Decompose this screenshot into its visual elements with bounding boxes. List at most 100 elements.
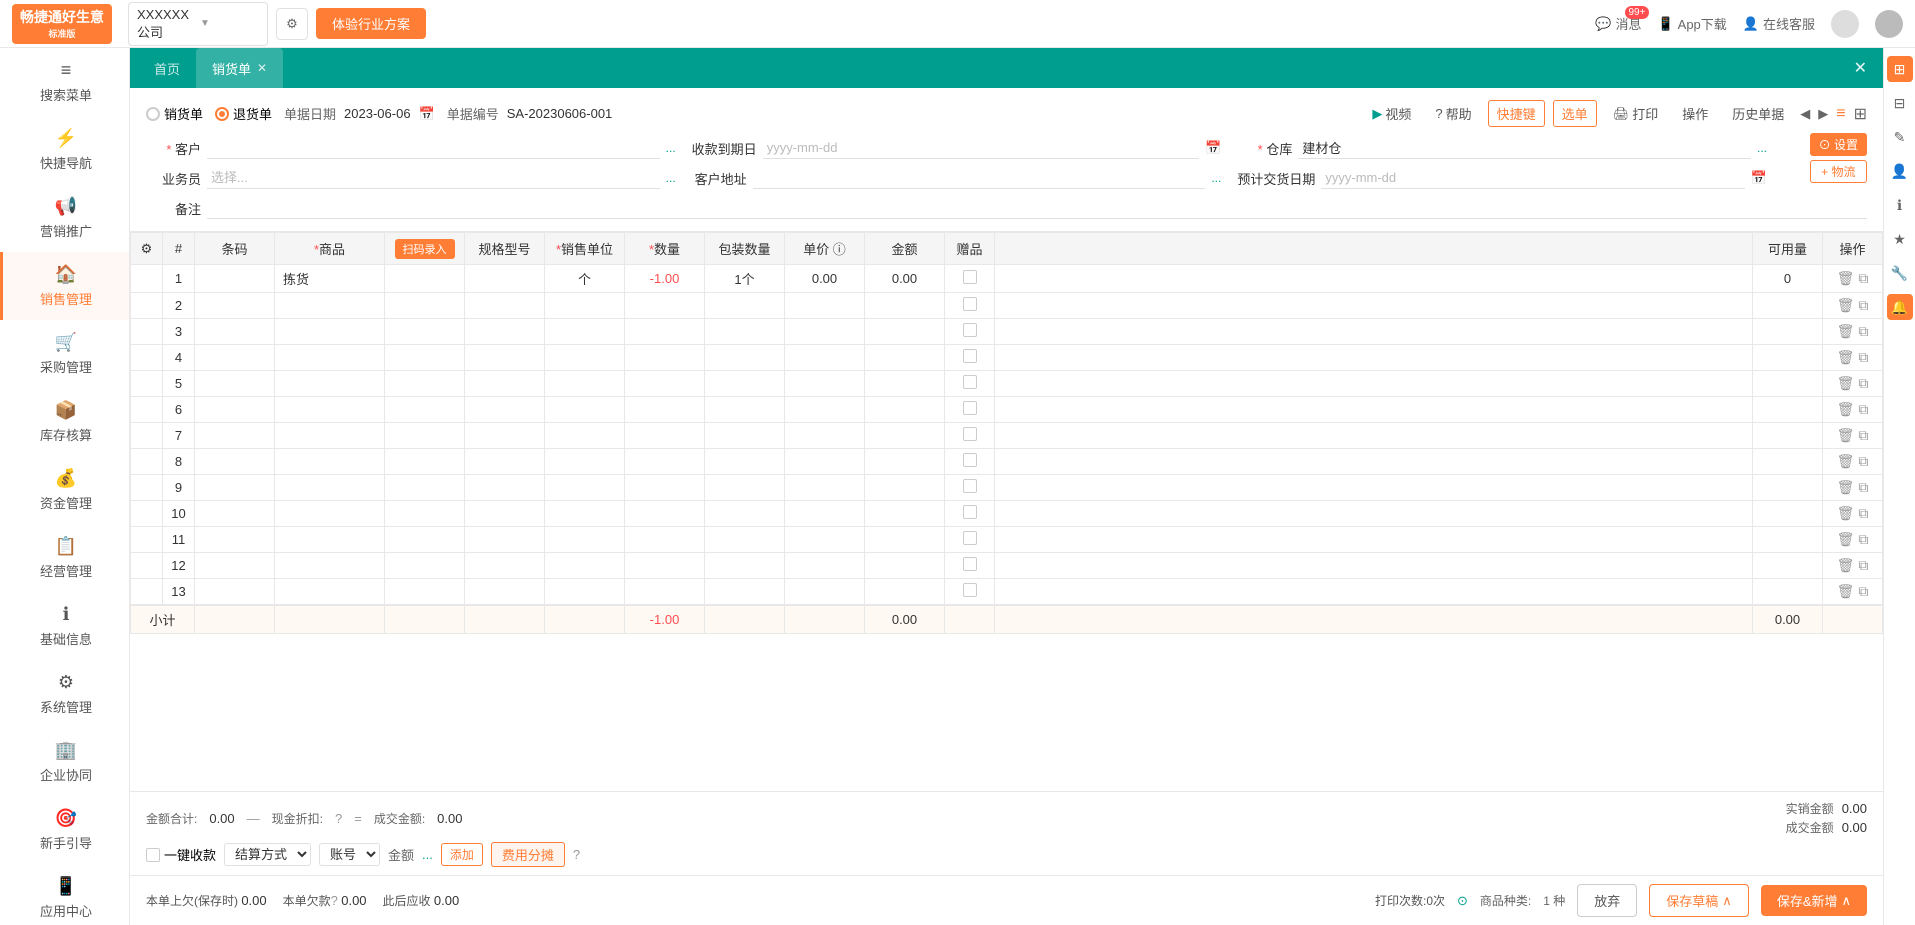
sidebar-item-app-center[interactable]: 📱 应用中心 [0, 864, 129, 925]
delete-btn-8[interactable]: 🗑 [1837, 479, 1855, 496]
product-type-icon[interactable]: ⊙ [1457, 893, 1468, 909]
delete-btn-2[interactable]: 🗑 [1837, 323, 1855, 340]
sidebar-item-purchase[interactable]: 🛒 采购管理 [0, 320, 129, 388]
cell-unit-11[interactable] [545, 553, 625, 579]
cell-amount-2[interactable] [865, 319, 945, 345]
cell-gift-6[interactable] [945, 423, 995, 449]
sidebar-item-enterprise[interactable]: 🏢 企业协同 [0, 728, 129, 796]
list-view-icon[interactable]: ≡ [1836, 105, 1845, 123]
cell-amount-5[interactable] [865, 397, 945, 423]
cell-pack-qty-4[interactable] [705, 371, 785, 397]
cell-remark-2[interactable] [995, 319, 1753, 345]
avatar[interactable] [1831, 10, 1859, 38]
cell-unit-10[interactable] [545, 527, 625, 553]
sidebar-item-capital[interactable]: 💰 资金管理 [0, 456, 129, 524]
fee-help-icon[interactable]: ? [573, 847, 580, 862]
add-payment-btn[interactable]: 添加 [441, 843, 483, 866]
cell-price-8[interactable] [785, 475, 865, 501]
cell-remark-5[interactable] [995, 397, 1753, 423]
cell-pack-qty-3[interactable] [705, 345, 785, 371]
help-btn[interactable]: ? 帮助 [1427, 101, 1479, 126]
sidebar-item-system[interactable]: ⚙ 系统管理 [0, 660, 129, 728]
cell-gift-10[interactable] [945, 527, 995, 553]
online-service-button[interactable]: 👤 在线客服 [1743, 14, 1815, 33]
copy-btn-3[interactable]: ⧉ [1858, 349, 1868, 366]
sidebar-item-search[interactable]: ≡ 搜索菜单 [0, 48, 129, 116]
cell-product-0[interactable]: 拣货 [275, 265, 385, 293]
copy-btn-8[interactable]: ⧉ [1858, 479, 1868, 496]
cell-spec-5[interactable] [465, 397, 545, 423]
cell-price-7[interactable] [785, 449, 865, 475]
nav-prev-icon[interactable]: ◀ [1800, 106, 1810, 122]
save-draft-btn[interactable]: 保存草稿 ∧ [1649, 884, 1749, 917]
cell-barcode-12[interactable] [195, 579, 275, 606]
radio-sales[interactable]: 销货单 [146, 104, 203, 123]
salesperson-input[interactable] [207, 167, 660, 189]
cell-spec-9[interactable] [465, 501, 545, 527]
cell-pack-qty-10[interactable] [705, 527, 785, 553]
history-btn[interactable]: 历史单据 [1724, 101, 1792, 126]
copy-btn-7[interactable]: ⧉ [1858, 453, 1868, 470]
print-btn[interactable]: 🖨 打印 [1605, 101, 1667, 126]
copy-btn-10[interactable]: ⧉ [1858, 531, 1868, 548]
cell-price-0[interactable]: 0.00 [785, 265, 865, 293]
cell-qty-10[interactable] [625, 527, 705, 553]
th-settings[interactable]: ⚙ [131, 233, 163, 265]
cell-spec-0[interactable] [465, 265, 545, 293]
abandon-btn[interactable]: 放弃 [1577, 884, 1637, 917]
cell-spec-6[interactable] [465, 423, 545, 449]
one-click-pay-checkbox[interactable]: 一键收款 [146, 845, 216, 864]
cell-pack-qty-1[interactable] [705, 293, 785, 319]
copy-btn-4[interactable]: ⧉ [1858, 375, 1868, 392]
cell-qty-5[interactable] [625, 397, 705, 423]
cell-gift-8[interactable] [945, 475, 995, 501]
cell-qty-4[interactable] [625, 371, 705, 397]
cell-pack-qty-8[interactable] [705, 475, 785, 501]
cell-pack-qty-12[interactable] [705, 579, 785, 606]
cell-product-5[interactable] [275, 397, 385, 423]
rp-icon-edit[interactable]: ✎ [1887, 124, 1913, 150]
action-btn[interactable]: 操作 [1674, 101, 1716, 126]
rp-icon-info[interactable]: ℹ [1887, 192, 1913, 218]
cell-spec-10[interactable] [465, 527, 545, 553]
rp-icon-grid[interactable]: ⊟ [1887, 90, 1913, 116]
copy-btn-0[interactable]: ⧉ [1858, 270, 1868, 287]
warehouse-dots[interactable]: ... [1757, 141, 1767, 155]
copy-btn-11[interactable]: ⧉ [1858, 557, 1868, 574]
cell-product-9[interactable] [275, 501, 385, 527]
logistics-btn[interactable]: + 物流 [1810, 160, 1867, 183]
copy-btn-1[interactable]: ⧉ [1858, 297, 1868, 314]
sidebar-item-marketing[interactable]: 📢 营销推广 [0, 184, 129, 252]
cell-gift-3[interactable] [945, 345, 995, 371]
cell-product-4[interactable] [275, 371, 385, 397]
cell-pack-qty-2[interactable] [705, 319, 785, 345]
date-cal-icon[interactable]: 📅 [419, 106, 435, 122]
cell-remark-6[interactable] [995, 423, 1753, 449]
cell-barcode-9[interactable] [195, 501, 275, 527]
save-new-btn[interactable]: 保存&新增 ∧ [1761, 885, 1867, 916]
cell-amount-1[interactable] [865, 293, 945, 319]
cell-remark-10[interactable] [995, 527, 1753, 553]
rp-icon-user[interactable]: 👤 [1887, 158, 1913, 184]
cell-barcode-2[interactable] [195, 319, 275, 345]
delete-btn-9[interactable]: 🗑 [1837, 505, 1855, 522]
cell-price-9[interactable] [785, 501, 865, 527]
payment-account-select[interactable]: 账号 [319, 843, 380, 866]
delete-btn-11[interactable]: 🗑 [1837, 557, 1855, 574]
cash-discount-help[interactable]: ? [335, 811, 342, 826]
tab-home[interactable]: 首页 [138, 48, 196, 88]
cell-amount-11[interactable] [865, 553, 945, 579]
sidebar-item-sales[interactable]: 🏠 销售管理 [0, 252, 129, 320]
cell-gift-4[interactable] [945, 371, 995, 397]
cell-unit-4[interactable] [545, 371, 625, 397]
scan-btn[interactable]: 扫码录入 [395, 239, 455, 259]
cell-remark-1[interactable] [995, 293, 1753, 319]
number-value[interactable]: SA-20230606-001 [507, 106, 613, 121]
cell-qty-8[interactable] [625, 475, 705, 501]
cell-product-11[interactable] [275, 553, 385, 579]
cell-spec-2[interactable] [465, 319, 545, 345]
tab-bar-close-icon[interactable]: ✕ [1846, 58, 1875, 78]
gear-button[interactable]: ⚙ [276, 8, 308, 40]
cell-barcode-1[interactable] [195, 293, 275, 319]
cell-gift-5[interactable] [945, 397, 995, 423]
